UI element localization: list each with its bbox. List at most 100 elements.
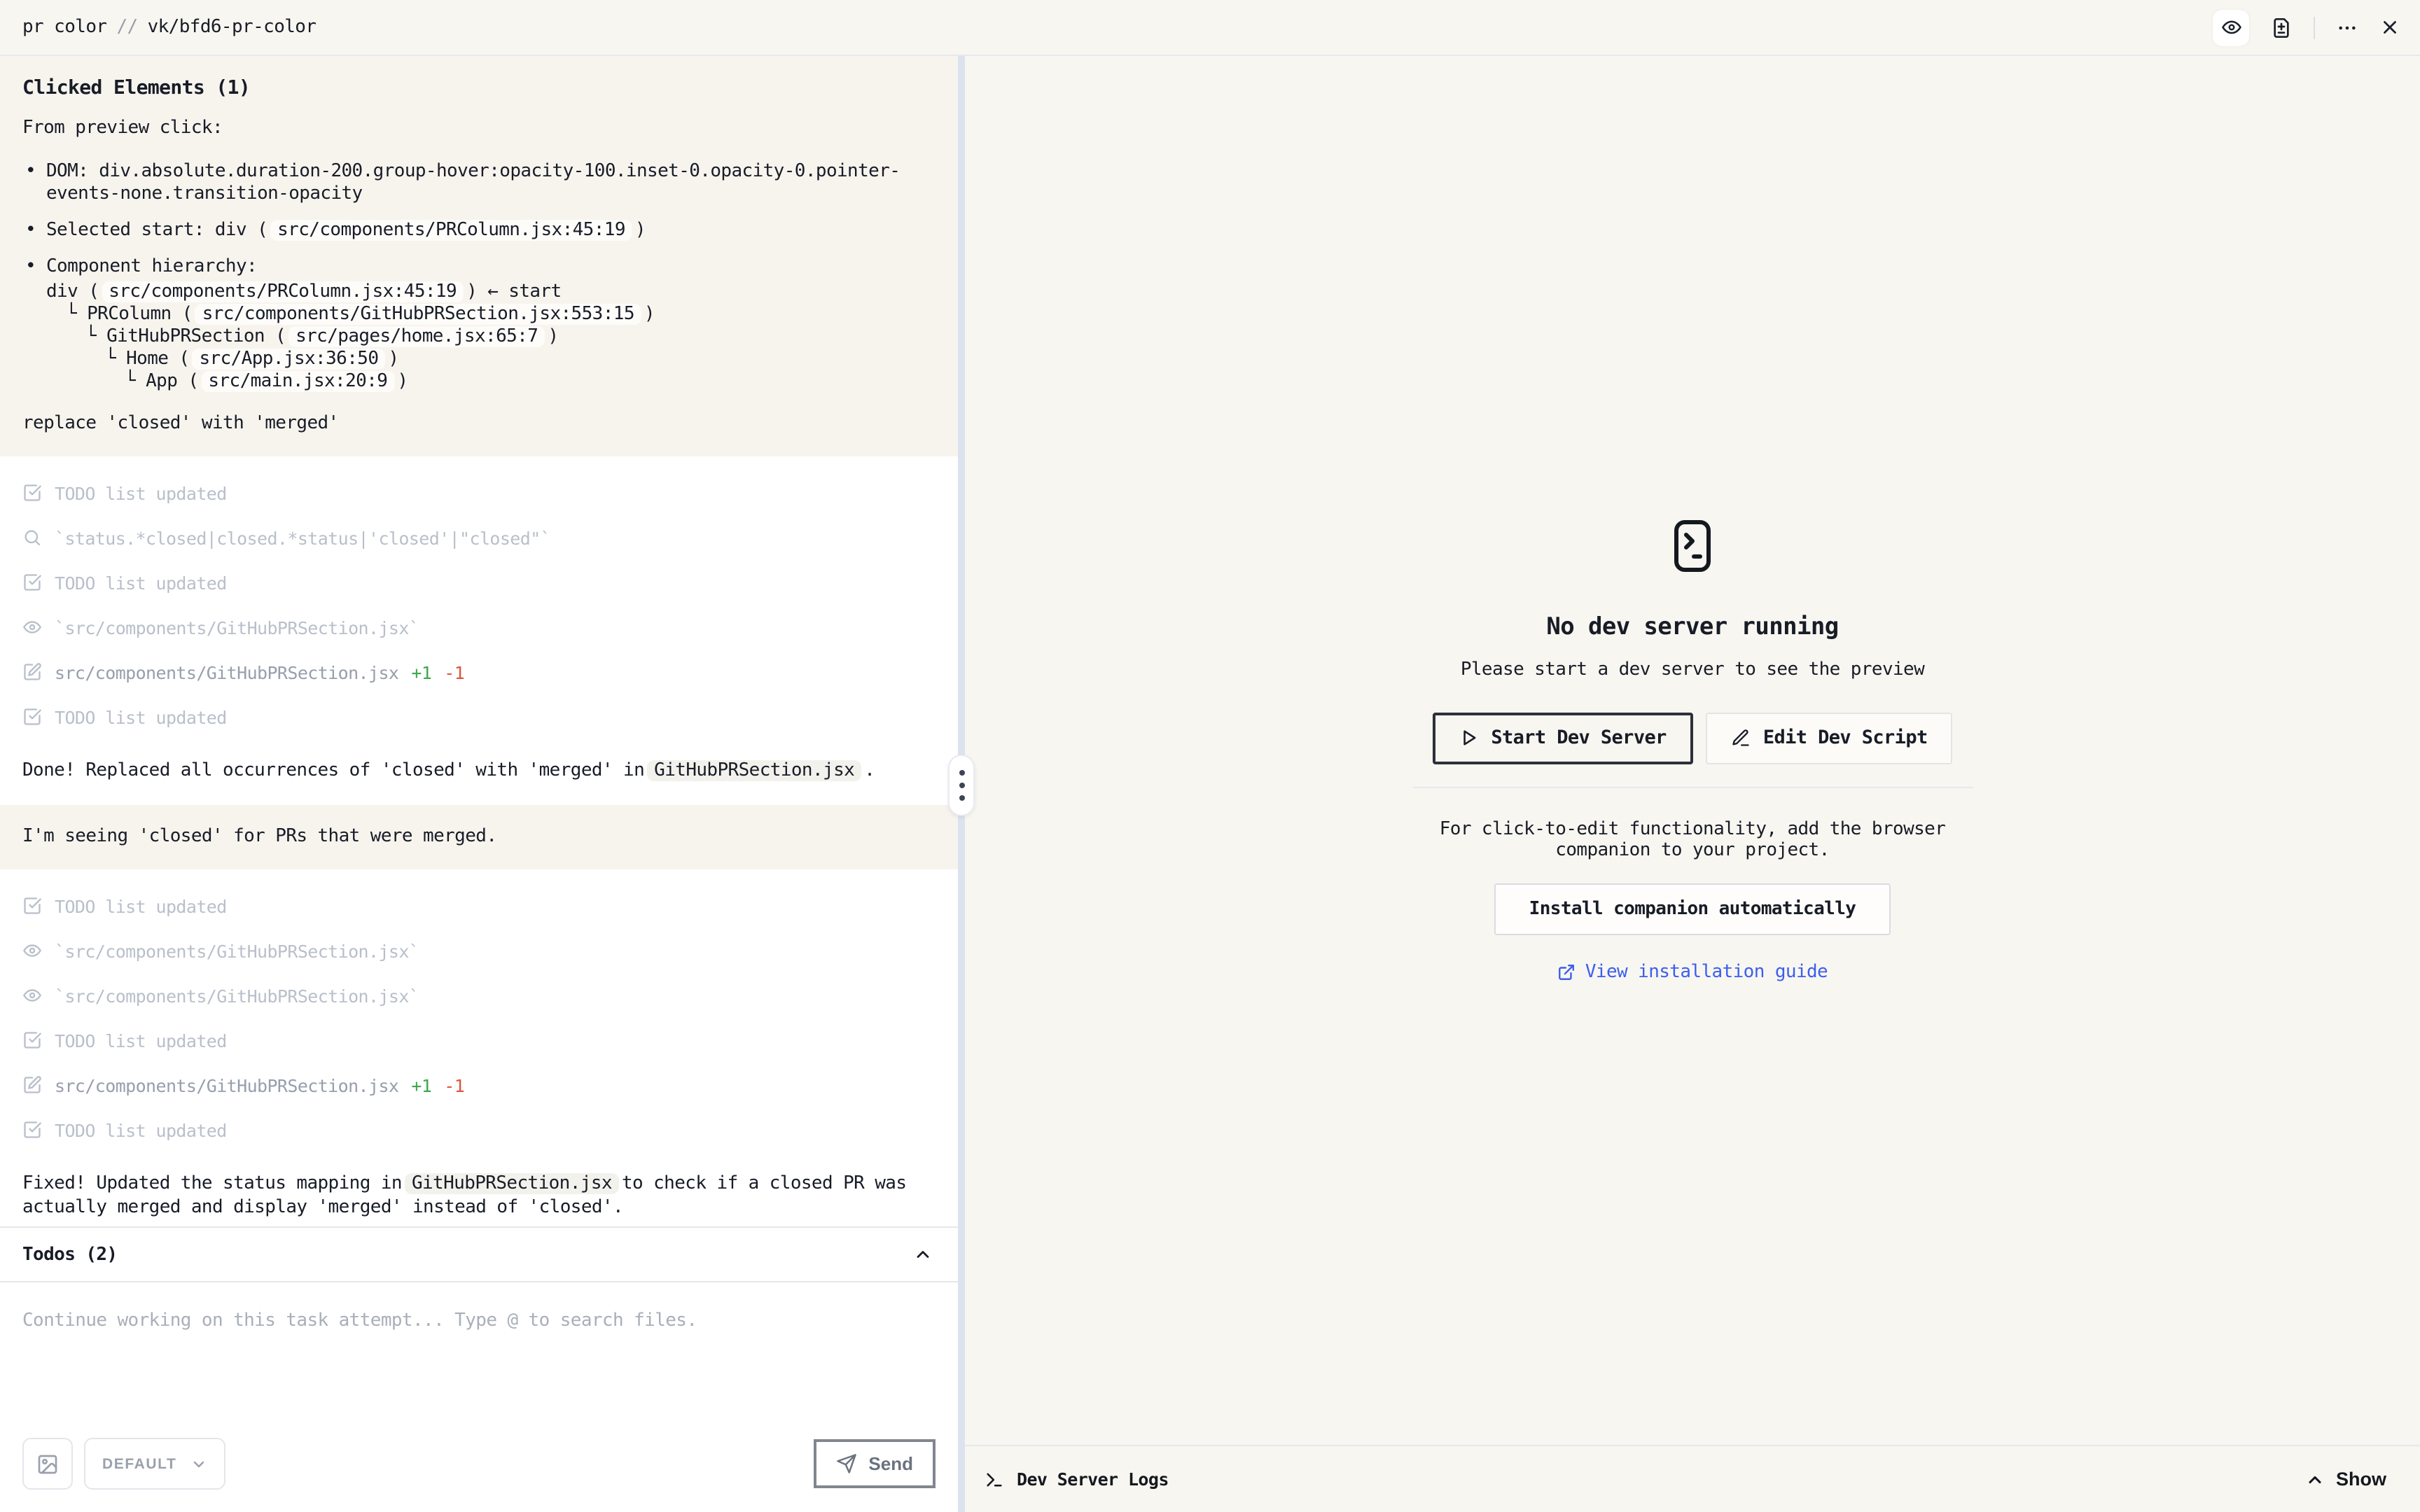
- log-row-todo: TODO list updated: [0, 1107, 958, 1152]
- diff-added-count: +1: [411, 1074, 432, 1096]
- show-logs-toggle[interactable]: Show: [2305, 1469, 2386, 1490]
- task-name: pr color: [22, 17, 107, 38]
- tree-line: └ GitHubPRSection (src/pages/home.jsx:65…: [85, 326, 559, 347]
- send-label: Send: [868, 1453, 913, 1474]
- edit-dev-script-button[interactable]: Edit Dev Script: [1705, 712, 1953, 764]
- log-row-file-read: `src/components/GitHubPRSection.jsx`: [0, 973, 958, 1018]
- diff-added-count: +1: [411, 662, 432, 682]
- tool-log-group: TODO list updated `src/components/GitHub…: [0, 869, 958, 1161]
- component-hierarchy-tree: div (src/components/PRColumn.jsx:45:19) …: [46, 281, 936, 393]
- diff-removed-count: -1: [444, 662, 465, 682]
- square-check-icon: [22, 1120, 42, 1140]
- section-divider: [1412, 786, 1973, 788]
- panel-divider[interactable]: [948, 56, 975, 1512]
- empty-state-subtitle: Please start a dev server to see the pre…: [1460, 659, 1925, 680]
- companion-description: For click-to-edit functionality, add the…: [1439, 818, 1946, 861]
- conversation-scroll-area[interactable]: Clicked Elements (1) From preview click:…: [0, 56, 958, 1226]
- eye-icon: [22, 617, 42, 637]
- chat-panel: Clicked Elements (1) From preview click:…: [0, 56, 958, 1512]
- source-path-pill: src/components/PRColumn.jsx:45:19: [102, 281, 464, 302]
- log-row-todo: TODO list updated: [0, 883, 958, 928]
- square-check-icon: [22, 707, 42, 727]
- pencil-icon: [1731, 728, 1751, 748]
- source-path-pill: src/App.jsx:36:50: [192, 349, 386, 370]
- install-companion-button[interactable]: Install companion automatically: [1494, 883, 1891, 934]
- file-name-pill: GitHubPRSection.jsx: [404, 1173, 619, 1194]
- mode-dropdown[interactable]: DEFAULT: [84, 1438, 226, 1490]
- user-prompt-text: replace 'closed' with 'merged': [22, 413, 339, 434]
- log-row-file-read: `src/components/GitHubPRSection.jsx`: [0, 605, 958, 650]
- diff-view-button[interactable]: [2270, 16, 2293, 38]
- preview-empty-state: No dev server running Please start a dev…: [965, 56, 2420, 1445]
- chevron-up-icon: [2305, 1469, 2325, 1489]
- terminal-icon: [1674, 519, 1711, 572]
- square-check-icon: [22, 896, 42, 916]
- file-name-pill: GitHubPRSection.jsx: [647, 760, 862, 781]
- eye-icon: [22, 986, 42, 1005]
- send-icon: [836, 1453, 857, 1474]
- log-row-todo: TODO list updated: [0, 1018, 958, 1063]
- close-button[interactable]: [2379, 17, 2400, 38]
- image-icon: [36, 1452, 59, 1475]
- chevron-up-icon: [913, 1245, 933, 1264]
- tree-line: └ Home (src/App.jsx:36:50): [105, 349, 399, 370]
- tree-line: └ PRColumn (src/components/GitHubPRSecti…: [66, 304, 655, 325]
- square-check-icon: [22, 1030, 42, 1050]
- log-row-todo: TODO list updated: [0, 560, 958, 605]
- dev-server-logs-bar: Dev Server Logs Show: [965, 1445, 2420, 1512]
- log-row-file-edit: src/components/GitHubPRSection.jsx +1 -1: [0, 1063, 958, 1107]
- user-message: I'm seeing 'closed' for PRs that were me…: [0, 805, 958, 869]
- clicked-elements-subheading: From preview click:: [22, 118, 223, 139]
- eye-icon: [2220, 17, 2241, 38]
- square-check-icon: [22, 483, 42, 503]
- chevron-down-icon: [191, 1455, 208, 1472]
- dev-server-actions: Start Dev Server Edit Dev Script: [1432, 712, 1953, 764]
- tree-line: └ App (src/main.jsx:20:9): [125, 371, 408, 392]
- source-path-pill: src/main.jsx:20:9: [201, 371, 395, 392]
- preview-panel: No dev server running Please start a dev…: [965, 56, 2420, 1512]
- mode-value: DEFAULT: [102, 1455, 177, 1472]
- source-path-pill: src/components/GitHubPRSection.jsx:553:1…: [195, 304, 641, 325]
- square-check-icon: [22, 573, 42, 592]
- title-bar: pr color // vk/bfd6-pr-color: [0, 0, 2420, 56]
- hierarchy-label: Component hierarchy:: [46, 256, 258, 277]
- square-pen-icon: [22, 1075, 42, 1095]
- search-icon: [22, 528, 42, 547]
- assistant-message: Done! Replaced all occurrences of 'close…: [0, 748, 958, 805]
- clicked-elements-list: DOM: div.absolute.duration-200.group-hov…: [22, 161, 936, 393]
- preview-toggle-button[interactable]: [2213, 9, 2249, 46]
- play-icon: [1459, 728, 1478, 748]
- file-diff-icon: [2270, 16, 2293, 38]
- square-pen-icon: [22, 662, 42, 682]
- start-dev-server-button[interactable]: Start Dev Server: [1432, 712, 1693, 764]
- title-separator: //: [116, 17, 138, 38]
- external-link-icon: [1557, 962, 1576, 981]
- more-options-button[interactable]: [2336, 16, 2358, 38]
- tool-log-group: TODO list updated `status.*closed|closed…: [0, 456, 958, 748]
- terminal-prompt-icon: [985, 1469, 1004, 1489]
- assistant-message: Fixed! Updated the status mapping in GitH…: [0, 1161, 958, 1226]
- log-row-todo: TODO list updated: [0, 694, 958, 739]
- ellipsis-icon: [2336, 16, 2358, 38]
- selected-start-item: Selected start: div (src/components/PRCo…: [22, 220, 936, 242]
- source-path-pill: src/pages/home.jsx:65:7: [288, 326, 545, 347]
- installation-guide-link[interactable]: View installation guide: [1557, 961, 1828, 982]
- attach-image-button[interactable]: [22, 1438, 73, 1490]
- actions-divider: [2314, 16, 2315, 38]
- app-window: pr color // vk/bfd6-pr-color Clicked Ele…: [0, 0, 2420, 1512]
- log-row-todo: TODO list updated: [0, 470, 958, 515]
- composer-controls: DEFAULT Send: [0, 1438, 958, 1512]
- user-message-clicked-elements: Clicked Elements (1) From preview click:…: [0, 56, 958, 456]
- send-button[interactable]: Send: [814, 1439, 936, 1488]
- title-bar-actions: [2213, 9, 2400, 46]
- divider-drag-handle[interactable]: [948, 755, 975, 816]
- diff-removed-count: -1: [444, 1074, 465, 1096]
- log-row-file-read: `src/components/GitHubPRSection.jsx`: [0, 928, 958, 973]
- chat-input[interactable]: [0, 1282, 958, 1438]
- todos-section-header[interactable]: Todos (2): [0, 1226, 958, 1282]
- main-split: Clicked Elements (1) From preview click:…: [0, 56, 2420, 1512]
- dev-server-logs-label: Dev Server Logs: [985, 1469, 1169, 1490]
- branch-name: vk/bfd6-pr-color: [147, 17, 317, 38]
- dom-item: DOM: div.absolute.duration-200.group-hov…: [22, 161, 936, 206]
- log-row-search: `status.*closed|closed.*status|'closed'|…: [0, 515, 958, 560]
